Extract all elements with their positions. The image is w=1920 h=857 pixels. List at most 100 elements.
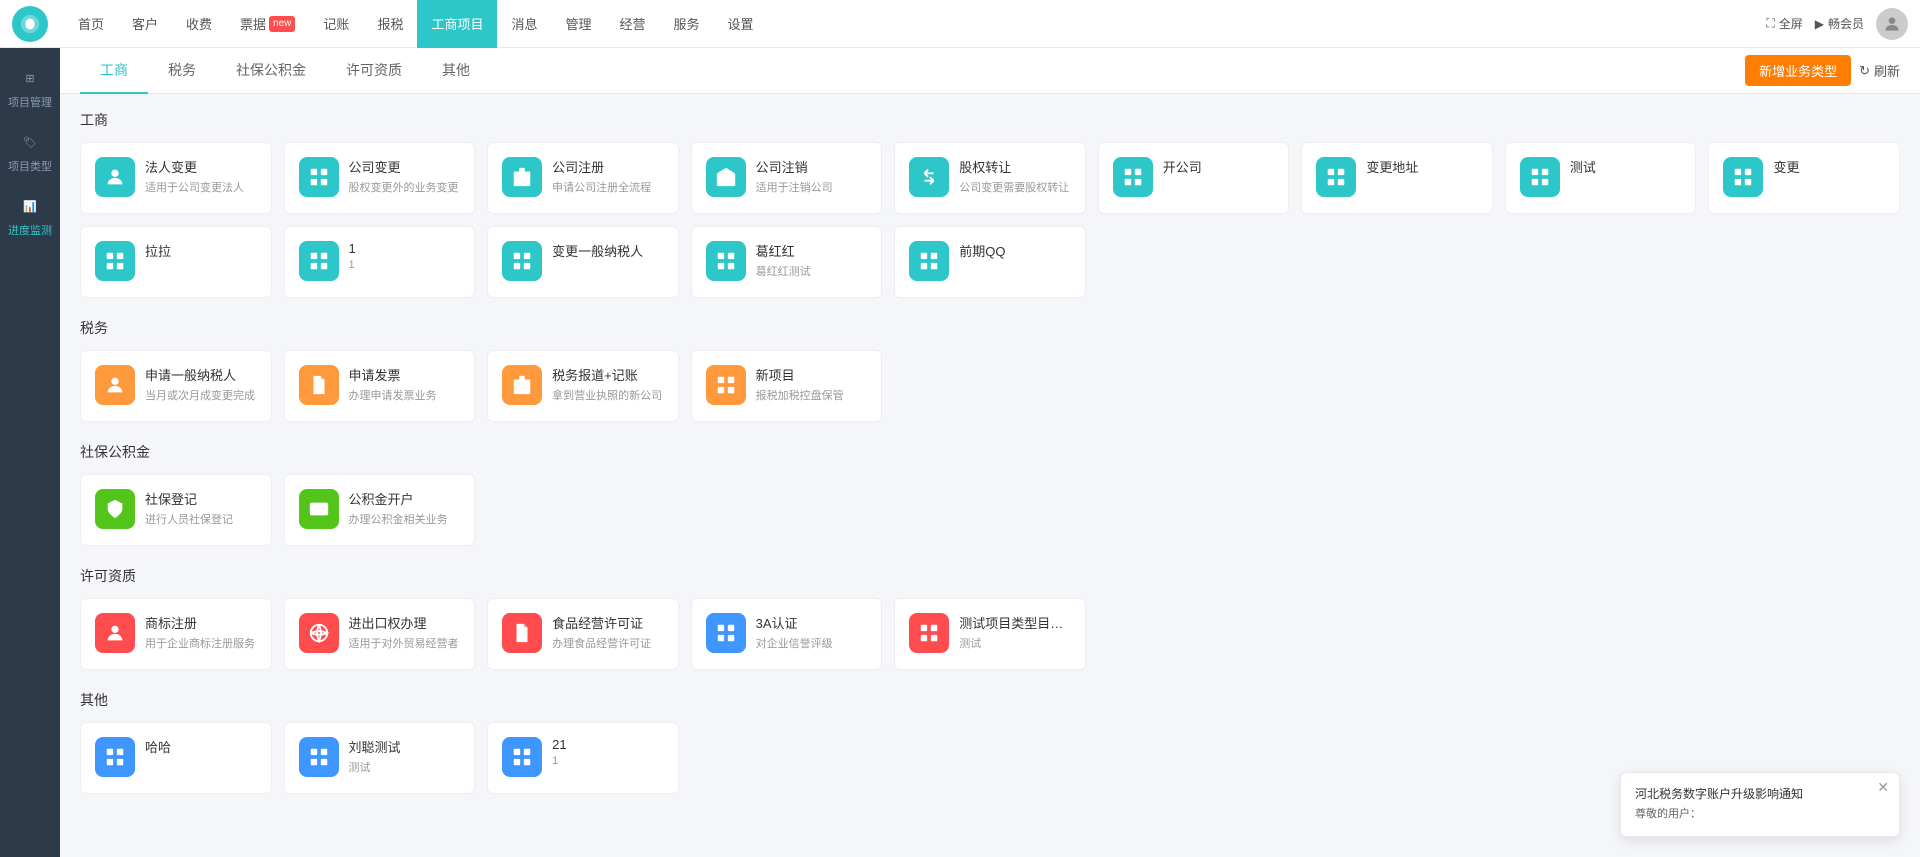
card-info-商标注册: 商标注册用于企业商标注册服务: [145, 613, 257, 651]
card-icon-葛红红: [706, 241, 746, 281]
nav-item-设置[interactable]: 设置: [714, 0, 768, 48]
vip-icon: ▶: [1815, 17, 1824, 31]
card-icon-测试: [1520, 157, 1560, 197]
card-股权转让[interactable]: 股权转让公司变更需要股权转让: [894, 142, 1086, 214]
card-商标注册[interactable]: 商标注册用于企业商标注册服务: [80, 598, 272, 670]
card-info-进出口权办理: 进出口权办理适用于对外贸易经营者: [349, 613, 461, 651]
card-食品经营许可证[interactable]: 食品经营许可证办理食品经营许可证: [487, 598, 679, 670]
card-desc-食品经营许可证: 办理食品经营许可证: [552, 635, 664, 651]
card-拉拉[interactable]: 拉拉: [80, 226, 272, 298]
nav-item-收费[interactable]: 收费: [172, 0, 226, 48]
card-变更[interactable]: 变更: [1708, 142, 1900, 214]
card-测试项目类型目定义[interactable]: 测试项目类型目定义测试: [894, 598, 1086, 670]
nav-item-经营[interactable]: 经营: [606, 0, 660, 48]
card-哈哈[interactable]: 哈哈: [80, 722, 272, 794]
card-社保登记[interactable]: 社保登记进行人员社保登记: [80, 474, 272, 546]
card-name-刘聪测试: 刘聪测试: [349, 737, 461, 756]
fullscreen-btn[interactable]: ⛶ 全屏: [1766, 15, 1802, 32]
refresh-button[interactable]: ↻ 刷新: [1859, 61, 1900, 80]
card-name-测试: 测试: [1570, 157, 1682, 176]
card-info-刘聪测试: 刘聪测试测试: [349, 737, 461, 775]
tab-社保公积金[interactable]: 社保公积金: [216, 48, 326, 94]
card-icon-变更一般纳税人: [502, 241, 542, 281]
card-icon-公积金开户: [299, 489, 339, 529]
nav-items: 首页客户收费票据new记账报税工商项目消息管理经营服务设置: [64, 0, 1766, 48]
card-info-葛红红: 葛红红葛红红测试: [756, 241, 868, 279]
tab-其他[interactable]: 其他: [422, 48, 490, 94]
card-icon-拉拉: [95, 241, 135, 281]
card-name-变更地址: 变更地址: [1366, 157, 1478, 176]
nav-item-客户[interactable]: 客户: [118, 0, 172, 48]
card-前期QQ[interactable]: 前期QQ: [894, 226, 1086, 298]
sidebar-item-进度监测[interactable]: 📊 进度监测: [0, 184, 60, 248]
sidebar-label-1: 项目类型: [8, 158, 52, 174]
nav-item-票据[interactable]: 票据new: [226, 0, 309, 48]
nav-item-首页[interactable]: 首页: [64, 0, 118, 48]
tab-税务[interactable]: 税务: [148, 48, 216, 94]
nav-item-记账[interactable]: 记账: [309, 0, 363, 48]
avatar[interactable]: [1876, 8, 1908, 40]
card-申请发票[interactable]: 申请发票办理申请发票业务: [284, 350, 476, 422]
card-name-哈哈: 哈哈: [145, 737, 257, 756]
card-desc-公积金开户: 办理公积金相关业务: [349, 511, 461, 527]
card-info-股权转让: 股权转让公司变更需要股权转让: [959, 157, 1071, 195]
card-变更地址[interactable]: 变更地址: [1301, 142, 1493, 214]
card-申请一般纳税人[interactable]: 申请一般纳税人当月或次月成变更完成: [80, 350, 272, 422]
card-icon-开公司: [1113, 157, 1153, 197]
sidebar-icon-2: 📊: [18, 194, 42, 218]
card-desc-法人变更: 适用于公司变更法人: [145, 179, 257, 195]
card-公积金开户[interactable]: 公积金开户办理公积金相关业务: [284, 474, 476, 546]
card-变更一般纳税人[interactable]: 变更一般纳税人: [487, 226, 679, 298]
card-name-拉拉: 拉拉: [145, 241, 257, 260]
tab-工商[interactable]: 工商: [80, 48, 148, 94]
card-21[interactable]: 211: [487, 722, 679, 794]
fullscreen-label: 全屏: [1779, 15, 1803, 32]
card-测试[interactable]: 测试: [1505, 142, 1697, 214]
card-icon-变更: [1723, 157, 1763, 197]
card-公司注册[interactable]: 公司注册申请公司注册全流程: [487, 142, 679, 214]
sidebar-item-项目类型[interactable]: 🏷 项目类型: [0, 120, 60, 184]
card-icon-申请发票: [299, 365, 339, 405]
logo[interactable]: [12, 6, 48, 42]
card-新项目[interactable]: 新项目报税加税控盘保管: [691, 350, 883, 422]
card-开公司[interactable]: 开公司: [1098, 142, 1290, 214]
add-business-type-button[interactable]: 新增业务类型: [1745, 55, 1851, 86]
vip-label: 畅会员: [1828, 15, 1864, 32]
sidebar-icon-1: 🏷: [18, 130, 42, 154]
card-name-法人变更: 法人变更: [145, 157, 257, 176]
section-title-许可资质: 许可资质: [80, 566, 1900, 586]
notification-body: 尊敬的用户：: [1635, 806, 1885, 824]
card-info-开公司: 开公司: [1163, 157, 1275, 179]
nav-item-服务[interactable]: 服务: [660, 0, 714, 48]
nav-item-工商项目[interactable]: 工商项目: [417, 0, 497, 48]
card-进出口权办理[interactable]: 进出口权办理适用于对外贸易经营者: [284, 598, 476, 670]
card-icon-公司变更: [299, 157, 339, 197]
card-icon-食品经营许可证: [502, 613, 542, 653]
card-3A认证[interactable]: 3A认证对企业信誉评级: [691, 598, 883, 670]
card-葛红红[interactable]: 葛红红葛红红测试: [691, 226, 883, 298]
card-info-新项目: 新项目报税加税控盘保管: [756, 365, 868, 403]
card-desc-进出口权办理: 适用于对外贸易经营者: [349, 635, 461, 651]
card-desc-3A认证: 对企业信誉评级: [756, 635, 868, 651]
card-公司注销[interactable]: 公司注销适用于注销公司: [691, 142, 883, 214]
vip-btn[interactable]: ▶ 畅会员: [1815, 15, 1864, 32]
card-name-测试项目类型目定义: 测试项目类型目定义: [959, 613, 1071, 632]
card-税务报道+记账[interactable]: 税务报道+记账拿到营业执照的新公司: [487, 350, 679, 422]
card-icon-进出口权办理: [299, 613, 339, 653]
card-icon-公司注销: [706, 157, 746, 197]
nav-item-消息[interactable]: 消息: [497, 0, 551, 48]
notification-close-button[interactable]: ✕: [1877, 779, 1889, 796]
card-desc-申请发票: 办理申请发票业务: [349, 387, 461, 403]
nav-item-报税[interactable]: 报税: [363, 0, 417, 48]
sidebar-item-项目管理[interactable]: ⊞ 项目管理: [0, 56, 60, 120]
card-1[interactable]: 11: [284, 226, 476, 298]
card-公司变更[interactable]: 公司变更股权变更外的业务变更: [284, 142, 476, 214]
card-info-测试: 测试: [1570, 157, 1682, 179]
card-刘聪测试[interactable]: 刘聪测试测试: [284, 722, 476, 794]
card-name-公司注册: 公司注册: [552, 157, 664, 176]
card-法人变更[interactable]: 法人变更适用于公司变更法人: [80, 142, 272, 214]
nav-item-管理[interactable]: 管理: [551, 0, 605, 48]
tab-许可资质[interactable]: 许可资质: [326, 48, 422, 94]
nav-right: ⛶ 全屏 ▶ 畅会员: [1766, 8, 1908, 40]
card-name-食品经营许可证: 食品经营许可证: [552, 613, 664, 632]
